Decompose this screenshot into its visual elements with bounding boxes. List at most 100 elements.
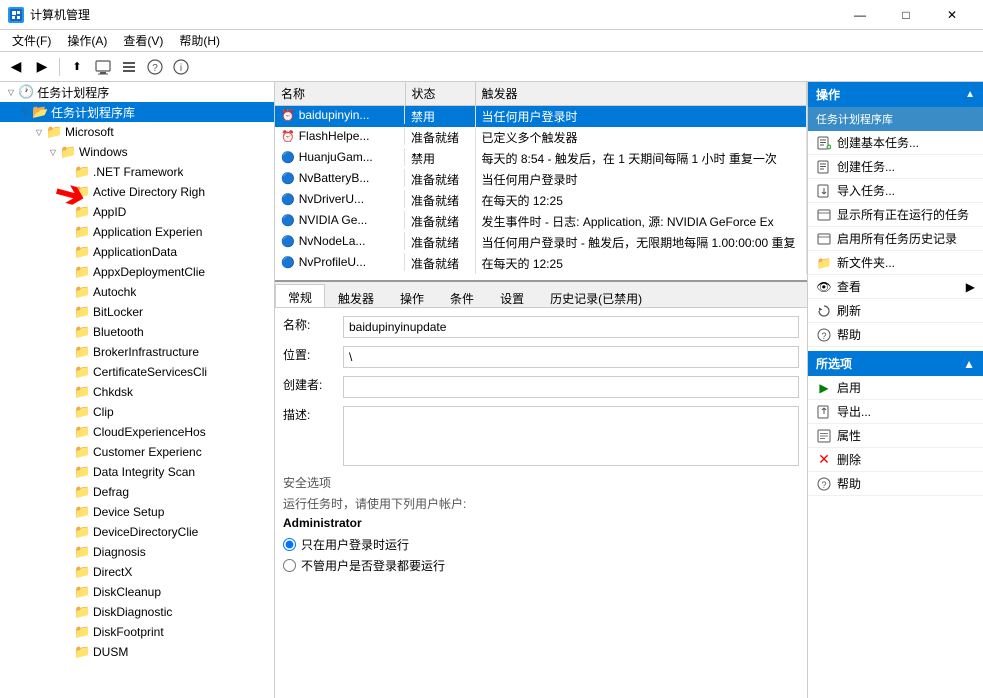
tree-item-microsoft[interactable]: ▽ 📁 Microsoft — [0, 122, 274, 142]
tree-item-diagnosis[interactable]: 📁 Diagnosis — [0, 542, 274, 562]
tree-item-diskdiagnostic[interactable]: 📁 DiskDiagnostic — [0, 602, 274, 622]
tree-item-devicedirectory[interactable]: 📁 DeviceDirectoryClie — [0, 522, 274, 542]
table-row[interactable]: 🔵NvNodeLa... 准备就绪 当任何用户登录时 - 触发后，无限期地每隔 … — [275, 232, 807, 253]
action-properties-label: 属性 — [837, 427, 861, 444]
up-button[interactable]: ⬆ — [65, 56, 89, 78]
tree-microsoft-label: Microsoft — [65, 125, 114, 139]
action-properties[interactable]: 属性 — [808, 424, 983, 448]
tree-item-cloudexperience[interactable]: 📁 CloudExperienceHos — [0, 422, 274, 442]
tab-general[interactable]: 常规 — [275, 284, 325, 307]
tree-arrow-root: ▽ — [4, 85, 18, 99]
tree-item-netframework[interactable]: 📁 .NET Framework — [0, 162, 274, 182]
detail-row-desc: 描述: — [283, 406, 799, 466]
action-enable-history-label: 启用所有任务历史记录 — [837, 230, 957, 247]
tab-conditions[interactable]: 条件 — [437, 285, 487, 307]
menu-file[interactable]: 文件(F) — [4, 30, 59, 51]
col-header-status: 状态 — [405, 82, 475, 106]
tree-item-bluetooth[interactable]: 📁 Bluetooth — [0, 322, 274, 342]
action-import[interactable]: 导入任务... — [808, 179, 983, 203]
tree-item-appexperience[interactable]: 📁 Application Experien — [0, 222, 274, 242]
action-create-basic-label: 创建基本任务... — [837, 134, 919, 151]
table-row[interactable]: 🔵NvDriverU... 准备就绪 在每天的 12:25 — [275, 190, 807, 211]
radio-option-2: 不管用户是否登录都要运行 — [283, 557, 799, 574]
tree-item-diskfootprint[interactable]: 📁 DiskFootprint — [0, 622, 274, 642]
tab-settings[interactable]: 设置 — [487, 285, 537, 307]
tree-item-activedirectory[interactable]: 📁 Active Directory Righ — [0, 182, 274, 202]
tab-history[interactable]: 历史记录(已禁用) — [537, 285, 655, 307]
forward-button[interactable]: ▶ — [30, 56, 54, 78]
folder-brokerinfra-icon: 📁 — [74, 344, 90, 360]
back-button[interactable]: ◀ — [4, 56, 28, 78]
tree-item-windows[interactable]: ▽ 📁 Windows — [0, 142, 274, 162]
minimize-button[interactable]: — — [837, 0, 883, 30]
action-new-folder[interactable]: 📁 新文件夹... — [808, 251, 983, 275]
help-button[interactable]: ? — [143, 56, 167, 78]
action-show-running[interactable]: 显示所有正在运行的任务 — [808, 203, 983, 227]
cell-status: 禁用 — [405, 148, 475, 169]
action-create-basic[interactable]: 创建基本任务... — [808, 131, 983, 155]
action-enable[interactable]: ▶ 启用 — [808, 376, 983, 400]
action-refresh[interactable]: 刷新 — [808, 299, 983, 323]
radio-always[interactable] — [283, 559, 296, 572]
computer-button[interactable] — [91, 56, 115, 78]
folder-certservices-icon: 📁 — [74, 364, 90, 380]
sub-section-label: 所选项 — [816, 355, 852, 372]
tree-datainteg-label: Data Integrity Scan — [93, 465, 195, 479]
cell-trigger: 当任何用户登录时 — [475, 169, 807, 190]
action-create-task[interactable]: 创建任务... — [808, 155, 983, 179]
tree-item-clip[interactable]: 📁 Clip — [0, 402, 274, 422]
tree-item-brokerinfra[interactable]: 📁 BrokerInfrastructure — [0, 342, 274, 362]
desc-textarea[interactable] — [343, 406, 799, 466]
menu-action[interactable]: 操作(A) — [59, 30, 115, 51]
tree-item-dusm[interactable]: 📁 DUSM — [0, 642, 274, 662]
tree-item-appxdeployment[interactable]: 📁 AppxDeploymentClie — [0, 262, 274, 282]
tree-devicesetup-label: Device Setup — [93, 505, 164, 519]
tree-diskcleanup-label: DiskCleanup — [93, 585, 161, 599]
table-row[interactable]: 🔵NvProfileU... 准备就绪 在每天的 12:25 — [275, 253, 807, 274]
tree-brokerinfra-label: BrokerInfrastructure — [93, 345, 199, 359]
table-row[interactable]: ⏰baidupinyin... 禁用 当任何用户登录时 — [275, 106, 807, 128]
table-row[interactable]: 🔵NvBatteryB... 准备就绪 当任何用户登录时 — [275, 169, 807, 190]
tree-item-defrag[interactable]: 📁 Defrag — [0, 482, 274, 502]
action-delete[interactable]: ✕ 删除 — [808, 448, 983, 472]
actions-header: 操作 ▲ — [808, 82, 983, 107]
tree-item-appid[interactable]: 📁 AppID — [0, 202, 274, 222]
tab-triggers[interactable]: 触发器 — [325, 285, 387, 307]
table-row[interactable]: 🔵HuanjuGam... 禁用 每天的 8:54 - 触发后，在 1 天期间每… — [275, 148, 807, 169]
help-main-icon: ? — [816, 327, 832, 343]
menu-bar: 文件(F) 操作(A) 查看(V) 帮助(H) — [0, 30, 983, 52]
info-button[interactable]: i — [169, 56, 193, 78]
action-help-sub[interactable]: ? 帮助 — [808, 472, 983, 496]
creator-label: 创建者: — [283, 376, 343, 393]
tree-item-customerexp[interactable]: 📁 Customer Experienc — [0, 442, 274, 462]
close-button[interactable]: ✕ — [929, 0, 975, 30]
radio-only-logged-in[interactable] — [283, 538, 296, 551]
table-row[interactable]: ⏰FlashHelpe... 准备就绪 已定义多个触发器 — [275, 127, 807, 148]
tree-item-diskcleanup[interactable]: 📁 DiskCleanup — [0, 582, 274, 602]
tree-root[interactable]: ▽ 🕐 任务计划程序 — [0, 82, 274, 102]
action-show-running-label: 显示所有正在运行的任务 — [837, 206, 969, 223]
action-enable-history[interactable]: 启用所有任务历史记录 — [808, 227, 983, 251]
menu-help[interactable]: 帮助(H) — [171, 30, 228, 51]
tree-item-directx[interactable]: 📁 DirectX — [0, 562, 274, 582]
action-create-task-label: 创建任务... — [837, 158, 895, 175]
tree-item-chkdsk[interactable]: 📁 Chkdsk — [0, 382, 274, 402]
tree-item-certservices[interactable]: 📁 CertificateServicesCli — [0, 362, 274, 382]
security-title: 安全选项 — [283, 474, 799, 491]
tree-item-autochk[interactable]: 📁 Autochk — [0, 282, 274, 302]
action-help-main[interactable]: ? 帮助 — [808, 323, 983, 347]
folder-activedirectory-icon: 📁 — [74, 184, 90, 200]
tree-item-datainteg[interactable]: 📁 Data Integrity Scan — [0, 462, 274, 482]
maximize-button[interactable]: □ — [883, 0, 929, 30]
list-button[interactable] — [117, 56, 141, 78]
tree-item-bitlocker[interactable]: 📁 BitLocker — [0, 302, 274, 322]
tree-cloudexperience-label: CloudExperienceHos — [93, 425, 206, 439]
table-row[interactable]: 🔵NVIDIA Ge... 准备就绪 发生事件时 - 日志: Applicati… — [275, 211, 807, 232]
action-export[interactable]: 导出... — [808, 400, 983, 424]
tree-item-appdata[interactable]: 📁 ApplicationData — [0, 242, 274, 262]
tab-actions[interactable]: 操作 — [387, 285, 437, 307]
tree-item-devicesetup[interactable]: 📁 Device Setup — [0, 502, 274, 522]
action-view[interactable]: 👁 查看 ▶ — [808, 275, 983, 299]
tree-item-library[interactable]: ▽ 📂 任务计划程序库 — [0, 102, 274, 122]
menu-view[interactable]: 查看(V) — [115, 30, 171, 51]
